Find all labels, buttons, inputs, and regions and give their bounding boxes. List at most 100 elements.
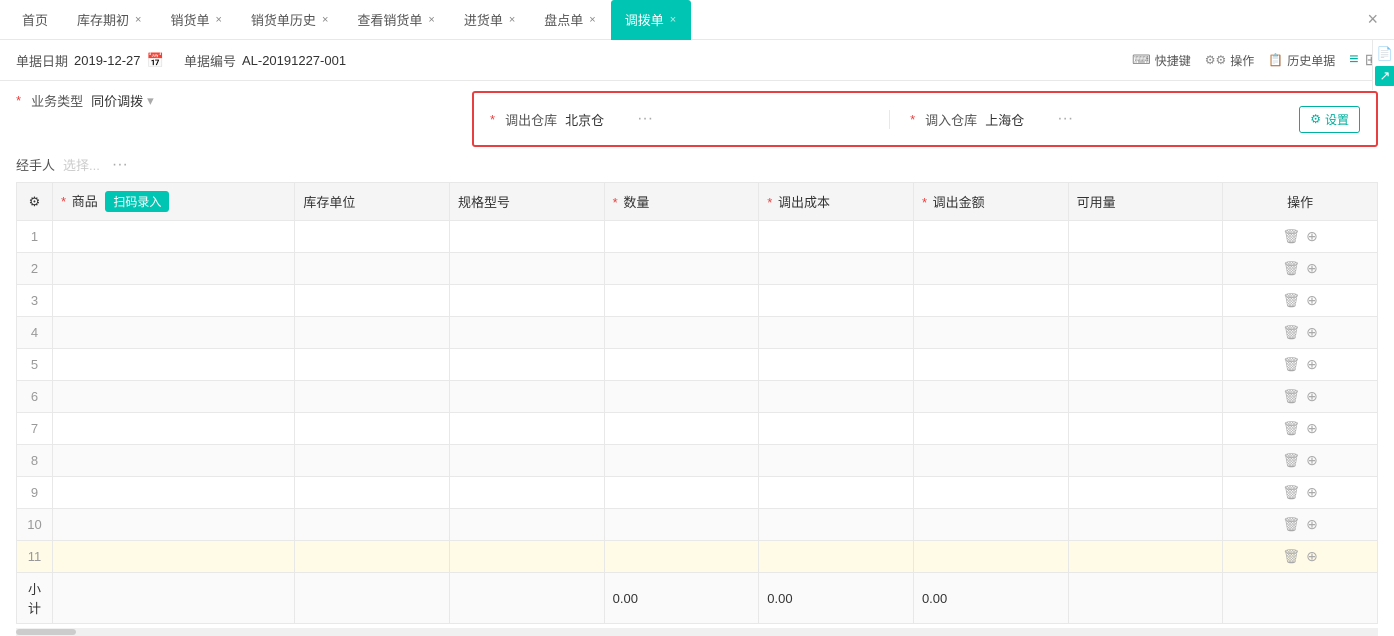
delete-icon[interactable]: 🗑: [1282, 324, 1300, 341]
cost-cell[interactable]: [759, 381, 914, 413]
tab-view-sales[interactable]: 查看销货单 ×: [343, 0, 449, 40]
tab-purchase[interactable]: 进货单 ×: [450, 0, 530, 40]
product-cell[interactable]: [53, 253, 295, 285]
cost-cell[interactable]: [759, 221, 914, 253]
available-cell[interactable]: [1068, 509, 1223, 541]
warehouse-out-value[interactable]: 北京仓: [565, 110, 625, 129]
qty-cell[interactable]: [604, 381, 759, 413]
unit-cell[interactable]: [295, 445, 450, 477]
unit-cell[interactable]: [295, 509, 450, 541]
spec-cell[interactable]: [449, 445, 604, 477]
amount-cell[interactable]: [913, 509, 1068, 541]
tab-close-purchase[interactable]: ×: [509, 14, 515, 26]
history-action[interactable]: 📋 历史单据: [1268, 52, 1335, 69]
scan-button[interactable]: 扫码录入: [105, 191, 169, 212]
copy-icon[interactable]: ⊕: [1306, 228, 1318, 245]
spec-cell[interactable]: [449, 285, 604, 317]
spec-cell[interactable]: [449, 477, 604, 509]
available-cell[interactable]: [1068, 253, 1223, 285]
amount-cell[interactable]: [913, 541, 1068, 573]
qty-cell[interactable]: [604, 541, 759, 573]
available-cell[interactable]: [1068, 317, 1223, 349]
amount-cell[interactable]: [913, 317, 1068, 349]
product-cell[interactable]: [53, 317, 295, 349]
tab-close-sales-history[interactable]: ×: [322, 14, 328, 26]
shortcut-action[interactable]: ⌨ 快捷键: [1132, 52, 1191, 69]
tab-inventory-init[interactable]: 库存期初 ×: [63, 0, 156, 40]
spec-cell[interactable]: [449, 349, 604, 381]
spec-cell[interactable]: [449, 221, 604, 253]
date-value[interactable]: 2019-12-27: [74, 53, 141, 68]
cost-cell[interactable]: [759, 509, 914, 541]
spec-cell[interactable]: [449, 541, 604, 573]
tab-close-inventory-init[interactable]: ×: [135, 14, 141, 26]
available-cell[interactable]: [1068, 477, 1223, 509]
tab-close-transfer[interactable]: ×: [670, 14, 676, 26]
amount-cell[interactable]: [913, 253, 1068, 285]
business-type-dropdown-icon[interactable]: ▾: [147, 93, 154, 109]
delete-icon[interactable]: 🗑: [1282, 452, 1300, 469]
product-cell[interactable]: [53, 509, 295, 541]
qty-cell[interactable]: [604, 413, 759, 445]
available-cell[interactable]: [1068, 445, 1223, 477]
qty-cell[interactable]: [604, 477, 759, 509]
cost-cell[interactable]: [759, 317, 914, 349]
spec-cell[interactable]: [449, 381, 604, 413]
qty-cell[interactable]: [604, 349, 759, 381]
tab-close-stocktake[interactable]: ×: [589, 14, 595, 26]
qty-cell[interactable]: [604, 285, 759, 317]
qty-cell[interactable]: [604, 509, 759, 541]
spec-cell[interactable]: [449, 317, 604, 349]
amount-cell[interactable]: [913, 413, 1068, 445]
product-cell[interactable]: [53, 477, 295, 509]
delete-icon[interactable]: 🗑: [1282, 260, 1300, 277]
copy-icon[interactable]: ⊕: [1306, 452, 1318, 469]
warehouse-in-value[interactable]: 上海仓: [985, 110, 1045, 129]
unit-cell[interactable]: [295, 413, 450, 445]
unit-cell[interactable]: [295, 477, 450, 509]
copy-icon[interactable]: ⊕: [1306, 516, 1318, 533]
copy-icon[interactable]: ⊕: [1306, 484, 1318, 501]
amount-cell[interactable]: [913, 221, 1068, 253]
qty-cell[interactable]: [604, 253, 759, 285]
col-settings[interactable]: ⚙: [17, 183, 53, 221]
right-panel-export-icon[interactable]: ↗: [1375, 66, 1394, 86]
unit-cell[interactable]: [295, 285, 450, 317]
available-cell[interactable]: [1068, 285, 1223, 317]
tab-close-view-sales[interactable]: ×: [428, 14, 434, 26]
delete-icon[interactable]: 🗑: [1282, 228, 1300, 245]
settings-button[interactable]: ⚙ 设置: [1299, 106, 1360, 133]
available-cell[interactable]: [1068, 221, 1223, 253]
delete-icon[interactable]: 🗑: [1282, 484, 1300, 501]
operations-action[interactable]: ⚙⚙ 操作: [1205, 52, 1255, 69]
copy-icon[interactable]: ⊕: [1306, 324, 1318, 341]
qty-cell[interactable]: [604, 221, 759, 253]
unit-cell[interactable]: [295, 317, 450, 349]
handler-placeholder[interactable]: 选择...: [63, 155, 100, 174]
cost-cell[interactable]: [759, 445, 914, 477]
unit-cell[interactable]: [295, 221, 450, 253]
warehouse-in-more-icon[interactable]: ···: [1057, 110, 1073, 128]
tab-close-sales-order[interactable]: ×: [215, 14, 221, 26]
spec-cell[interactable]: [449, 253, 604, 285]
cost-cell[interactable]: [759, 413, 914, 445]
spec-cell[interactable]: [449, 509, 604, 541]
available-cell[interactable]: [1068, 349, 1223, 381]
product-cell[interactable]: [53, 413, 295, 445]
unit-cell[interactable]: [295, 381, 450, 413]
available-cell[interactable]: [1068, 381, 1223, 413]
cost-cell[interactable]: [759, 477, 914, 509]
cost-cell[interactable]: [759, 285, 914, 317]
cost-cell[interactable]: [759, 541, 914, 573]
warehouse-out-more-icon[interactable]: ···: [637, 110, 653, 128]
handler-more-icon[interactable]: ···: [112, 156, 128, 174]
scrollbar-thumb[interactable]: [16, 629, 76, 635]
cost-cell[interactable]: [759, 253, 914, 285]
cost-cell[interactable]: [759, 349, 914, 381]
tab-stocktake[interactable]: 盘点单 ×: [530, 0, 610, 40]
copy-icon[interactable]: ⊕: [1306, 292, 1318, 309]
product-cell[interactable]: [53, 381, 295, 413]
qty-cell[interactable]: [604, 445, 759, 477]
amount-cell[interactable]: [913, 349, 1068, 381]
available-cell[interactable]: [1068, 541, 1223, 573]
